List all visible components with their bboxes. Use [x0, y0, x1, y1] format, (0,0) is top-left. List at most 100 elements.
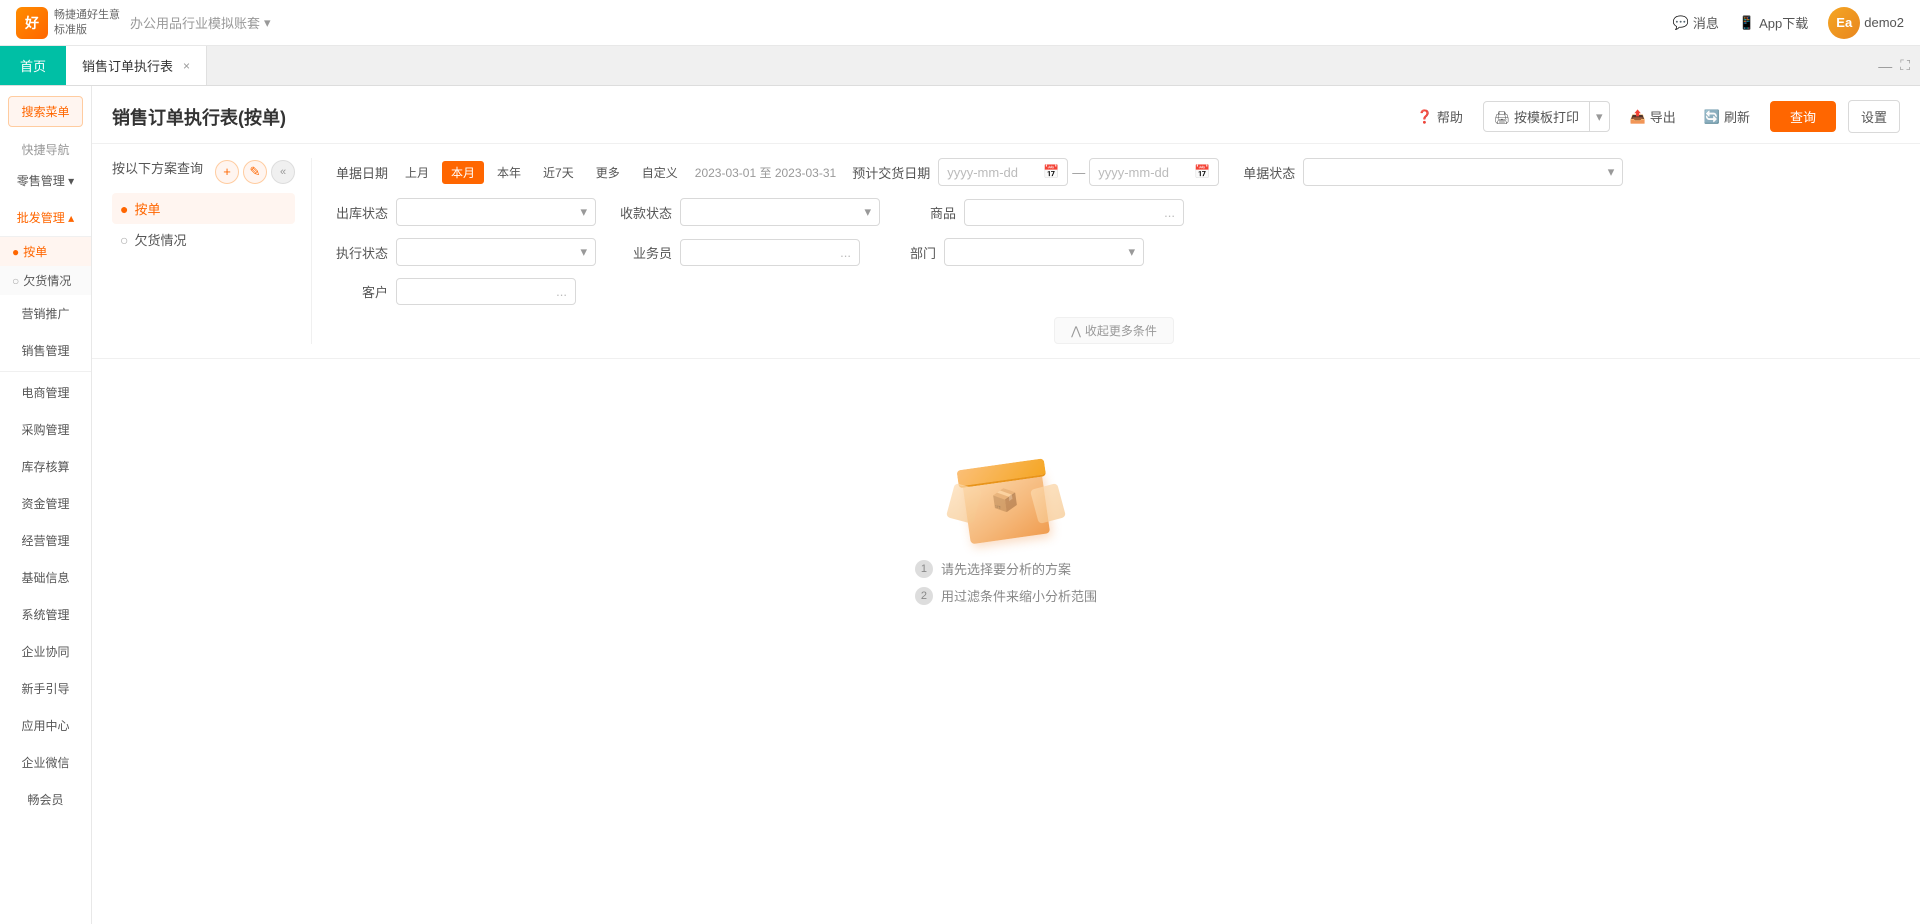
- filter-panel: 按以下方案查询 + ✎ « ● 按单: [92, 144, 1920, 359]
- tab-right-actions: — ⛶: [1868, 46, 1920, 85]
- settings-btn[interactable]: 设置: [1848, 100, 1900, 133]
- sidebar-item-marketing[interactable]: 营销推广: [0, 295, 91, 332]
- out-status-label: 出库状态: [328, 203, 388, 222]
- sidebar-item-operation[interactable]: 经营管理: [0, 522, 91, 559]
- filter-row-2: 出库状态 ▾ 收款状态 ▾: [328, 198, 1900, 226]
- sidebar-item-wechat[interactable]: 企业微信: [0, 744, 91, 781]
- filter-scheme-receivable[interactable]: ○ 欠货情况: [112, 224, 295, 255]
- sidebar-submenu-item-follow[interactable]: ● 按单: [0, 237, 91, 266]
- tab-maximize-icon[interactable]: ⛶: [1900, 57, 1910, 74]
- sidebar-submenu-wholesale: ● 按单 ○ 欠货情况: [0, 236, 91, 295]
- sidebar-item-basic[interactable]: 基础信息: [0, 559, 91, 596]
- doc-status-arrow-icon: ▾: [1608, 164, 1615, 180]
- filter-sidebar-header: 按以下方案查询 + ✎ «: [112, 158, 295, 185]
- filter-main: 单据日期 上月 本月 本年 近7天 更多 自定义 2023-03-01 至 20…: [312, 158, 1900, 344]
- sidebar-submenu-item-receivable[interactable]: ○ 欠货情况: [0, 266, 91, 295]
- refresh-icon: 🔄: [1704, 109, 1720, 125]
- filter-group-customer: 客户 ...: [328, 278, 576, 305]
- page-header: 销售订单执行表(按单) ❓ 帮助 🖨 按模板打印 ▾ 📤: [92, 86, 1920, 144]
- sidebar-item-inventory[interactable]: 库存核算: [0, 448, 91, 485]
- expected-date-start[interactable]: yyyy-mm-dd 📅: [938, 158, 1068, 186]
- filter-scheme-list: ● 按单 ○ 欠货情况: [112, 193, 295, 255]
- this-month-btn[interactable]: 本月: [442, 161, 484, 184]
- receipt-status-label: 收款状态: [612, 203, 672, 222]
- tab-minimize-icon[interactable]: —: [1878, 58, 1892, 74]
- help-btn[interactable]: ❓ 帮助: [1409, 103, 1471, 130]
- date-start-placeholder: yyyy-mm-dd: [947, 165, 1018, 180]
- filter-add-btn[interactable]: +: [215, 160, 239, 184]
- sidebar-divider-1: [0, 371, 91, 372]
- filter-collapse-sidebar-btn[interactable]: «: [271, 160, 295, 184]
- sidebar-item-wholesale[interactable]: 批发管理 ▴: [0, 199, 91, 236]
- sidebar: 搜索菜单 快捷导航 零售管理 ▾ 批发管理 ▴ ● 按单 ○ 欠货情况 营销推广…: [0, 86, 92, 924]
- app-download-btn[interactable]: 📱 App下载: [1739, 13, 1808, 32]
- breadcrumb: 办公用品行业模拟账套 ▾: [130, 13, 271, 32]
- out-status-arrow-icon: ▾: [580, 204, 587, 220]
- collapse-more-btn[interactable]: ⋀ 收起更多条件: [1054, 317, 1174, 344]
- filter-group-date: 单据日期 上月 本月 本年 近7天 更多 自定义 2023-03-01 至 20…: [328, 161, 836, 184]
- print-dropdown-arrow[interactable]: ▾: [1590, 104, 1609, 130]
- custom-btn[interactable]: 自定义: [633, 161, 687, 184]
- query-btn[interactable]: 查询: [1770, 101, 1836, 132]
- username: demo2: [1864, 15, 1904, 30]
- doc-status-label: 单据状态: [1235, 163, 1295, 182]
- expected-date-end[interactable]: yyyy-mm-dd 📅: [1089, 158, 1219, 186]
- filter-group-receipt-status: 收款状态 ▾: [612, 198, 880, 226]
- step-num-2: 2: [915, 587, 933, 605]
- filter-group-out-status: 出库状态 ▾: [328, 198, 596, 226]
- out-status-select[interactable]: ▾: [396, 198, 596, 226]
- filter-date-range: yyyy-mm-dd 📅 — yyyy-mm-dd 📅: [938, 158, 1219, 186]
- chevron-icon: ▾: [68, 174, 74, 188]
- customer-placeholder: ...: [556, 284, 567, 299]
- receipt-status-select[interactable]: ▾: [680, 198, 880, 226]
- sidebar-item-appstore[interactable]: 应用中心: [0, 707, 91, 744]
- sidebar-search-btn[interactable]: 搜索菜单: [8, 96, 83, 127]
- salesperson-placeholder: ...: [840, 245, 851, 260]
- filter-sidebar: 按以下方案查询 + ✎ « ● 按单: [112, 158, 312, 344]
- sidebar-item-member[interactable]: 畅会员: [0, 781, 91, 818]
- help-icon: ❓: [1417, 109, 1433, 125]
- sidebar-item-finance[interactable]: 资金管理: [0, 485, 91, 522]
- tab-close-icon[interactable]: ×: [183, 59, 190, 73]
- app-download-icon: 📱: [1739, 15, 1755, 31]
- refresh-btn[interactable]: 🔄 刷新: [1696, 103, 1758, 130]
- sidebar-nav-title: 快捷导航: [0, 135, 91, 162]
- sidebar-item-purchase[interactable]: 采购管理: [0, 411, 91, 448]
- filter-scheme-follow[interactable]: ● 按单: [112, 193, 295, 224]
- print-icon: 🖨: [1494, 110, 1511, 125]
- top-bar-left: 好 畅捷通好生意 标准版 办公用品行业模拟账套 ▾: [16, 7, 271, 39]
- page-wrapper: 销售订单执行表(按单) ❓ 帮助 🖨 按模板打印 ▾ 📤: [92, 86, 1920, 924]
- filter-edit-btn[interactable]: ✎: [243, 160, 267, 184]
- dept-select[interactable]: ▾: [944, 238, 1144, 266]
- sidebar-item-enterprise[interactable]: 企业协同: [0, 633, 91, 670]
- tab-sales-execute[interactable]: 销售订单执行表 ×: [66, 46, 207, 85]
- last-month-btn[interactable]: 上月: [396, 161, 438, 184]
- exec-status-select[interactable]: ▾: [396, 238, 596, 266]
- customer-label: 客户: [328, 282, 388, 301]
- print-main[interactable]: 🖨 按模板打印: [1484, 102, 1590, 131]
- last7-btn[interactable]: 近7天: [534, 161, 583, 184]
- salesperson-input[interactable]: ...: [680, 239, 860, 266]
- logo-area: 好 畅捷通好生意 标准版: [16, 7, 120, 39]
- goods-input[interactable]: ...: [964, 199, 1184, 226]
- doc-status-select[interactable]: ▾: [1303, 158, 1623, 186]
- sidebar-item-retail[interactable]: 零售管理 ▾: [0, 162, 91, 199]
- more-btn[interactable]: 更多: [587, 161, 629, 184]
- print-btn[interactable]: 🖨 按模板打印 ▾: [1483, 101, 1610, 132]
- sidebar-item-sales[interactable]: 销售管理: [0, 332, 91, 369]
- chevron-up-icon: ▴: [68, 211, 74, 225]
- sidebar-item-ecommerce[interactable]: 电商管理: [0, 374, 91, 411]
- empty-step-1: 1 请先选择要分析的方案: [915, 559, 1097, 578]
- dept-arrow-icon: ▾: [1128, 244, 1135, 260]
- customer-input[interactable]: ...: [396, 278, 576, 305]
- sidebar-item-newbie[interactable]: 新手引导: [0, 670, 91, 707]
- export-btn[interactable]: 📤 导出: [1622, 103, 1684, 130]
- message-btn[interactable]: 💬 消息: [1673, 13, 1719, 32]
- user-area[interactable]: Ea demo2: [1828, 7, 1904, 39]
- sidebar-item-system[interactable]: 系统管理: [0, 596, 91, 633]
- this-year-btn[interactable]: 本年: [488, 161, 530, 184]
- date-range-text: 2023-03-01 至 2023-03-31: [695, 164, 836, 181]
- tab-home[interactable]: 首页: [0, 46, 66, 85]
- date-sep: —: [1072, 165, 1085, 180]
- avatar: Ea: [1828, 7, 1860, 39]
